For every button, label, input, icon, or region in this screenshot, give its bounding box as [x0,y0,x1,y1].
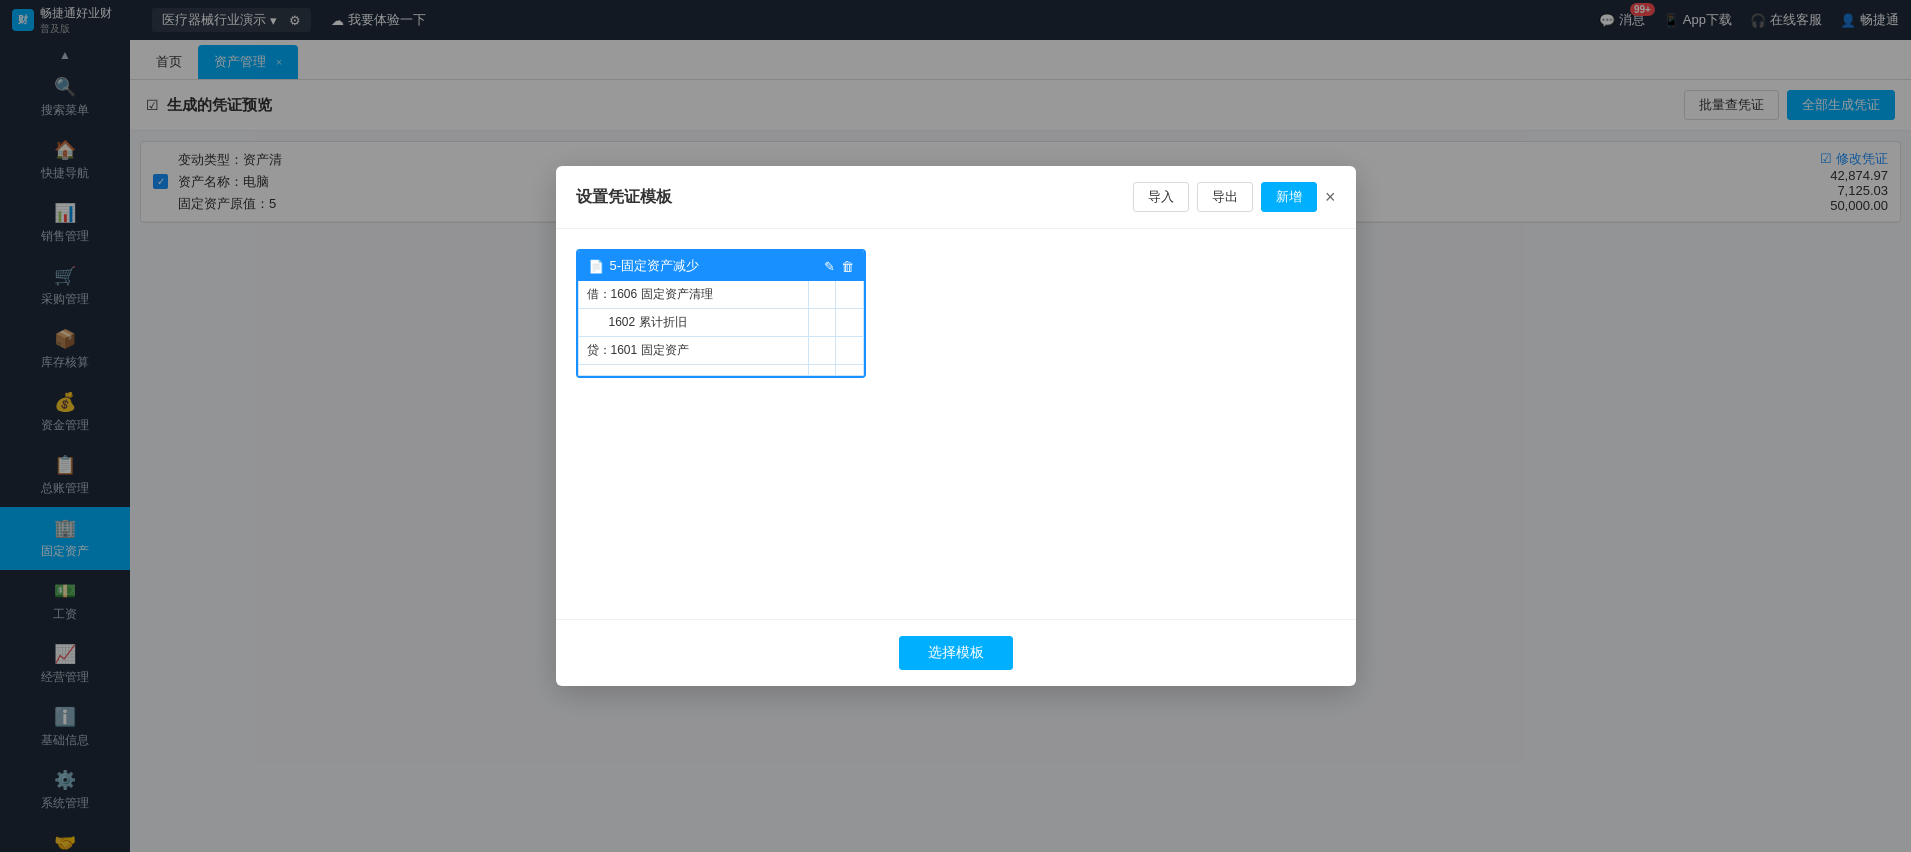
template-delete-icon[interactable]: 🗑 [841,259,854,274]
select-template-button[interactable]: 选择模板 [899,636,1013,670]
modal-overlay: 设置凭证模板 导入 导出 新增 × 📄 5-固定资产减少 ✎ � [0,0,1911,852]
debit-amount-4 [836,309,863,337]
modal-header: 设置凭证模板 导入 导出 新增 × [556,166,1356,229]
credit-row-1: 贷：1601 固定资产 [578,337,808,365]
new-template-button[interactable]: 新增 [1261,182,1317,212]
debit-row-1: 借：1606 固定资产清理 [578,281,808,309]
debit-amount-2 [836,281,863,309]
template-header-left: 📄 5-固定资产减少 [588,257,700,275]
export-button[interactable]: 导出 [1197,182,1253,212]
table-row [578,365,863,376]
template-header-actions: ✎ 🗑 [824,259,854,274]
modal-dialog: 设置凭证模板 导入 导出 新增 × 📄 5-固定资产减少 ✎ � [556,166,1356,686]
empty-row-2 [808,365,835,376]
modal-title: 设置凭证模板 [576,187,672,208]
empty-row-3 [836,365,863,376]
empty-row-1 [578,365,808,376]
debit-amount-3 [808,309,835,337]
modal-body: 📄 5-固定资产减少 ✎ 🗑 借：1606 固定资产清理 [556,229,1356,619]
debit-row-2: 1602 累计折旧 [578,309,808,337]
credit-amount-1 [808,337,835,365]
table-row: 1602 累计折旧 [578,309,863,337]
debit-amount-1 [808,281,835,309]
modal-close-button[interactable]: × [1325,188,1336,206]
template-card: 📄 5-固定资产减少 ✎ 🗑 借：1606 固定资产清理 [576,249,866,378]
import-button[interactable]: 导入 [1133,182,1189,212]
credit-amount-2 [836,337,863,365]
table-row: 借：1606 固定资产清理 [578,281,863,309]
table-row: 贷：1601 固定资产 [578,337,863,365]
template-file-icon: 📄 [588,259,604,274]
template-table: 借：1606 固定资产清理 1602 累计折旧 贷：1601 固定资产 [578,281,864,376]
template-card-header: 📄 5-固定资产减少 ✎ 🗑 [578,251,864,281]
template-edit-icon[interactable]: ✎ [824,259,835,274]
modal-header-actions: 导入 导出 新增 × [1133,182,1336,212]
template-name: 5-固定资产减少 [610,257,700,275]
modal-footer: 选择模板 [556,619,1356,686]
